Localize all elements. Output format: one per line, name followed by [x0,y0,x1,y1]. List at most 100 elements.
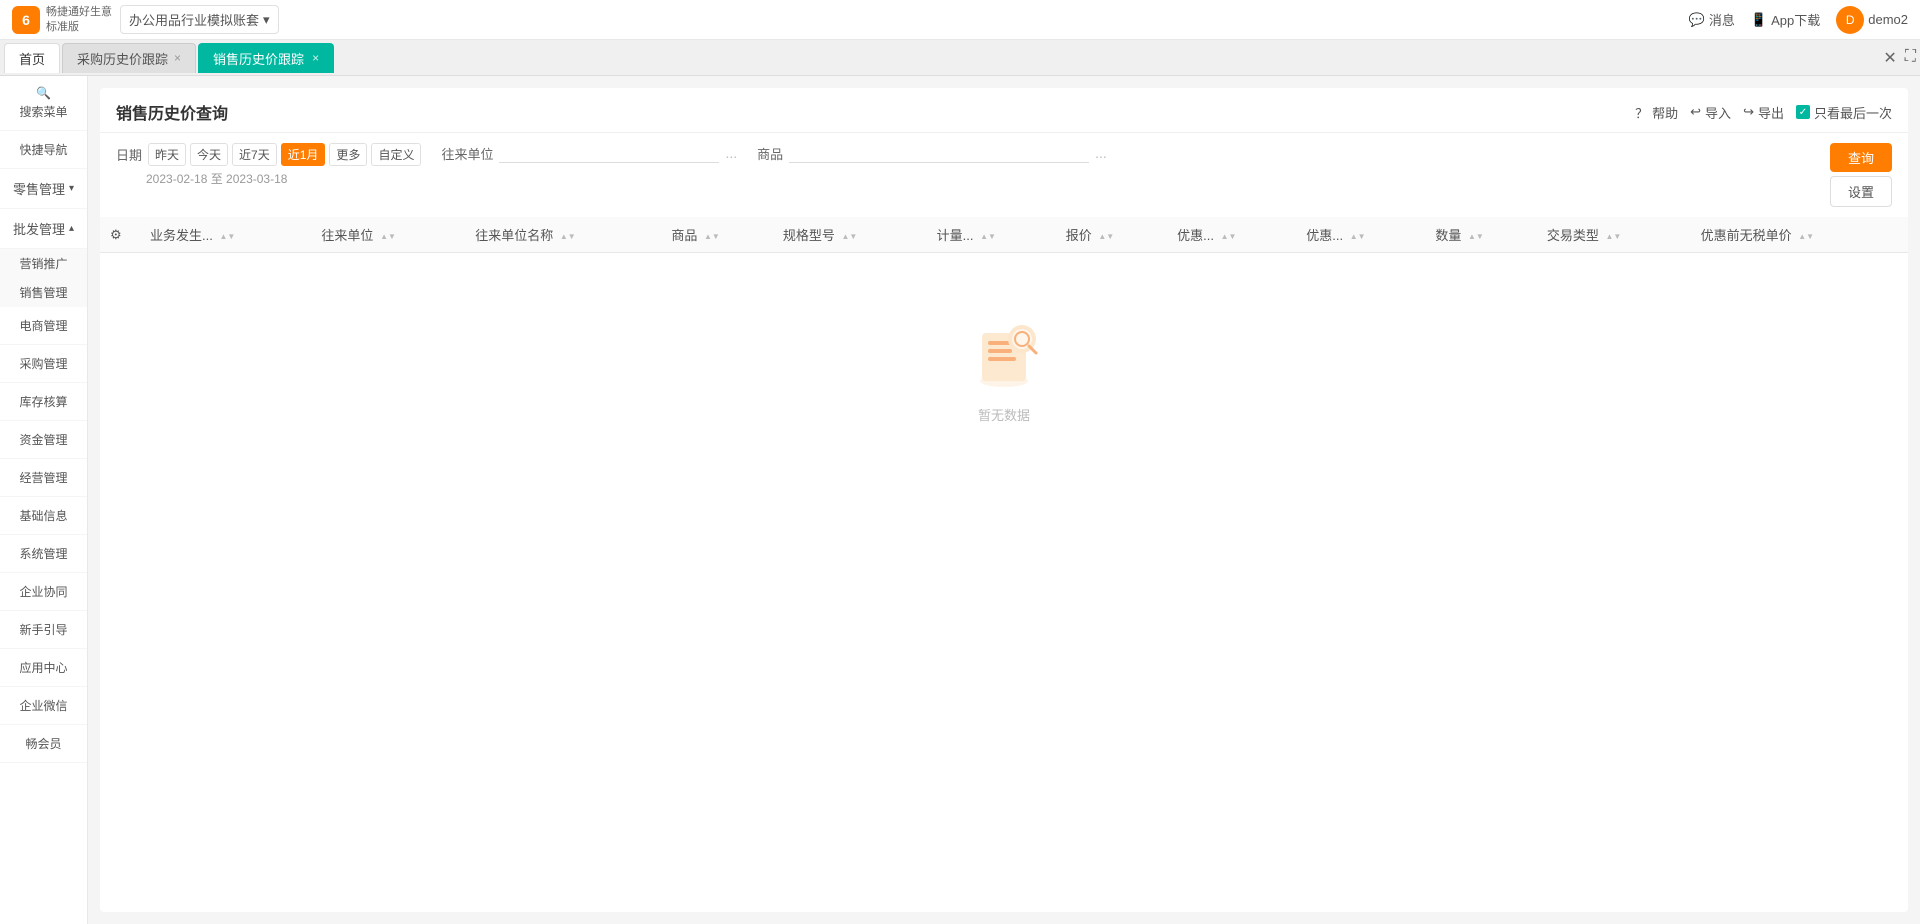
user-info[interactable]: D demo2 [1836,6,1908,34]
col-goods[interactable]: 商品 ▲▼ [661,217,772,253]
action-buttons: 查询 设置 [1830,143,1892,207]
col-quantity[interactable]: 数量 ▲▼ [1425,217,1536,253]
table-area: ⚙ 业务发生... ▲▼ 往来单位 ▲▼ 往来单位名称 [100,217,1908,912]
counterpart-dots: ... [725,145,737,161]
counterpart-input[interactable] [499,143,719,163]
col-discount2[interactable]: 优惠... ▲▼ [1296,217,1425,253]
logo-icon: 6 [12,6,40,34]
sidebar-item-marketing[interactable]: 营销推广 [0,249,87,278]
sidebar: 🔍 搜索菜单 快捷导航 零售管理 ▾ 批发管理 ▴ 营销推广 销售管理 电商管理… [0,76,88,924]
help-icon: ？ [1635,103,1648,122]
col-quote[interactable]: 报价 ▲▼ [1056,217,1167,253]
only-last-checkbox-label[interactable]: ✓ 只看最后一次 [1796,103,1892,122]
sidebar-item-system-mgmt[interactable]: 系统管理 [0,535,87,573]
content-area: 销售历史价查询 ？ 帮助 ↩ 导入 ↪ 导出 ✓ [88,76,1920,924]
tab-sales-history[interactable]: 销售历史价跟踪 × [198,43,334,73]
page-card: 销售历史价查询 ？ 帮助 ↩ 导入 ↪ 导出 ✓ [100,88,1908,912]
date-btn-7days[interactable]: 近7天 [232,143,277,166]
page-header-actions: ？ 帮助 ↩ 导入 ↪ 导出 ✓ 只看最后一次 [1635,103,1892,122]
col-biz-date[interactable]: 业务发生... ▲▼ [140,217,311,253]
col-spec[interactable]: 规格型号 ▲▼ [773,217,927,253]
sidebar-item-search-menu[interactable]: 🔍 搜索菜单 [0,76,87,131]
date-btn-1month[interactable]: 近1月 [281,143,326,166]
settings-icon[interactable]: ⚙ [110,227,122,242]
sort-icon: ▲▼ [1605,232,1621,241]
empty-icon [964,313,1044,393]
sidebar-item-quick-nav[interactable]: 快捷导航 [0,131,87,169]
date-btn-custom[interactable]: 自定义 [371,143,421,166]
app-selector[interactable]: 办公用品行业模拟账套 ▾ [120,5,279,34]
query-button[interactable]: 查询 [1830,143,1892,172]
tab-home[interactable]: 首页 [4,43,60,73]
sidebar-item-wholesale-mgmt[interactable]: 批发管理 ▴ [0,209,87,249]
sort-icon: ▲▼ [841,232,857,241]
tab-purchase-history[interactable]: 采购历史价跟踪 × [62,43,196,73]
export-icon: ↪ [1743,104,1754,120]
settings-button[interactable]: 设置 [1830,176,1892,207]
chevron-down-icon: ▾ [69,183,74,194]
search-icon: 🔍 [36,86,51,100]
sidebar-item-enterprise-wechat[interactable]: 企业微信 [0,687,87,725]
sidebar-item-ecommerce[interactable]: 电商管理 [0,307,87,345]
goods-filter-group: 商品 ... [757,143,1107,163]
sidebar-item-vip-member[interactable]: 畅会员 [0,725,87,763]
close-tab-sales[interactable]: × [312,51,319,65]
export-btn[interactable]: ↪ 导出 [1743,103,1784,122]
help-btn[interactable]: ？ 帮助 [1635,103,1678,122]
sidebar-item-sales-mgmt[interactable]: 销售管理 [0,278,87,307]
sort-icon: ▲▼ [1221,232,1237,241]
sort-icon: ▲▼ [704,232,720,241]
tab-bar-actions: ✕ ⛶ [1883,48,1916,68]
message-btn[interactable]: 💬 消息 [1689,10,1735,29]
sort-icon: ▲▼ [560,232,576,241]
app-download-btn[interactable]: 📱 App下载 [1751,10,1820,29]
sort-icon: ▲▼ [1468,232,1484,241]
date-filter-group: 日期 昨天 今天 近7天 近1月 更多 自定义 2023-02-18 至 202… [116,143,421,187]
col-counterpart-name[interactable]: 往来单位名称 ▲▼ [465,217,661,253]
sidebar-item-basic-info[interactable]: 基础信息 [0,497,87,535]
sort-icon: ▲▼ [380,232,396,241]
import-btn[interactable]: ↩ 导入 [1690,103,1731,122]
goods-label: 商品 [757,144,783,163]
date-btn-today[interactable]: 今天 [190,143,228,166]
sort-icon: ▲▼ [1098,232,1114,241]
page-title: 销售历史价查询 [116,100,228,124]
date-btn-yesterday[interactable]: 昨天 [148,143,186,166]
col-discount1[interactable]: 优惠... ▲▼ [1167,217,1296,253]
avatar: D [1836,6,1864,34]
col-trade-type[interactable]: 交易类型 ▲▼ [1537,217,1691,253]
date-range-text: 2023-02-18 至 2023-03-18 [146,170,287,187]
message-icon: 💬 [1689,12,1705,28]
maximize-btn[interactable]: ⛶ [1905,48,1916,68]
sidebar-item-purchase-mgmt[interactable]: 采购管理 [0,345,87,383]
page-header: 销售历史价查询 ？ 帮助 ↩ 导入 ↪ 导出 ✓ [100,88,1908,133]
chevron-down-icon: ▾ [263,12,270,28]
sidebar-item-operations[interactable]: 经营管理 [0,459,87,497]
close-tab-purchase[interactable]: × [174,51,181,65]
date-label: 日期 [116,145,142,164]
sidebar-item-new-guide[interactable]: 新手引导 [0,611,87,649]
top-header: 6 畅捷通好生意 标准版 办公用品行业模拟账套 ▾ 💬 消息 📱 App下载 D… [0,0,1920,40]
sidebar-item-enterprise-coop[interactable]: 企业协同 [0,573,87,611]
filter-bar: 日期 昨天 今天 近7天 近1月 更多 自定义 2023-02-18 至 202… [100,133,1908,207]
checkbox-icon: ✓ [1796,105,1810,119]
empty-text: 暂无数据 [978,405,1030,424]
sidebar-item-inventory[interactable]: 库存核算 [0,383,87,421]
sidebar-item-app-center[interactable]: 应用中心 [0,649,87,687]
sidebar-item-finance[interactable]: 资金管理 [0,421,87,459]
date-buttons: 昨天 今天 近7天 近1月 更多 自定义 [148,143,421,166]
sort-icon: ▲▼ [1350,232,1366,241]
date-btn-more[interactable]: 更多 [329,143,367,166]
sidebar-item-retail-mgmt[interactable]: 零售管理 ▾ [0,169,87,209]
sort-icon: ▲▼ [1798,232,1814,241]
col-unit[interactable]: 计量... ▲▼ [927,217,1056,253]
table-header-row: ⚙ 业务发生... ▲▼ 往来单位 ▲▼ 往来单位名称 [100,217,1908,253]
goods-input[interactable] [789,143,1089,163]
col-pretax-price[interactable]: 优惠前无税单价 ▲▼ [1691,217,1908,253]
close-window-btn[interactable]: ✕ [1883,48,1896,68]
counterpart-label: 往来单位 [441,144,493,163]
logo-area: 6 畅捷通好生意 标准版 [12,5,112,34]
col-settings[interactable]: ⚙ [100,217,140,253]
tab-bar: 首页 采购历史价跟踪 × 销售历史价跟踪 × ✕ ⛶ [0,40,1920,76]
col-counterpart[interactable]: 往来单位 ▲▼ [311,217,465,253]
